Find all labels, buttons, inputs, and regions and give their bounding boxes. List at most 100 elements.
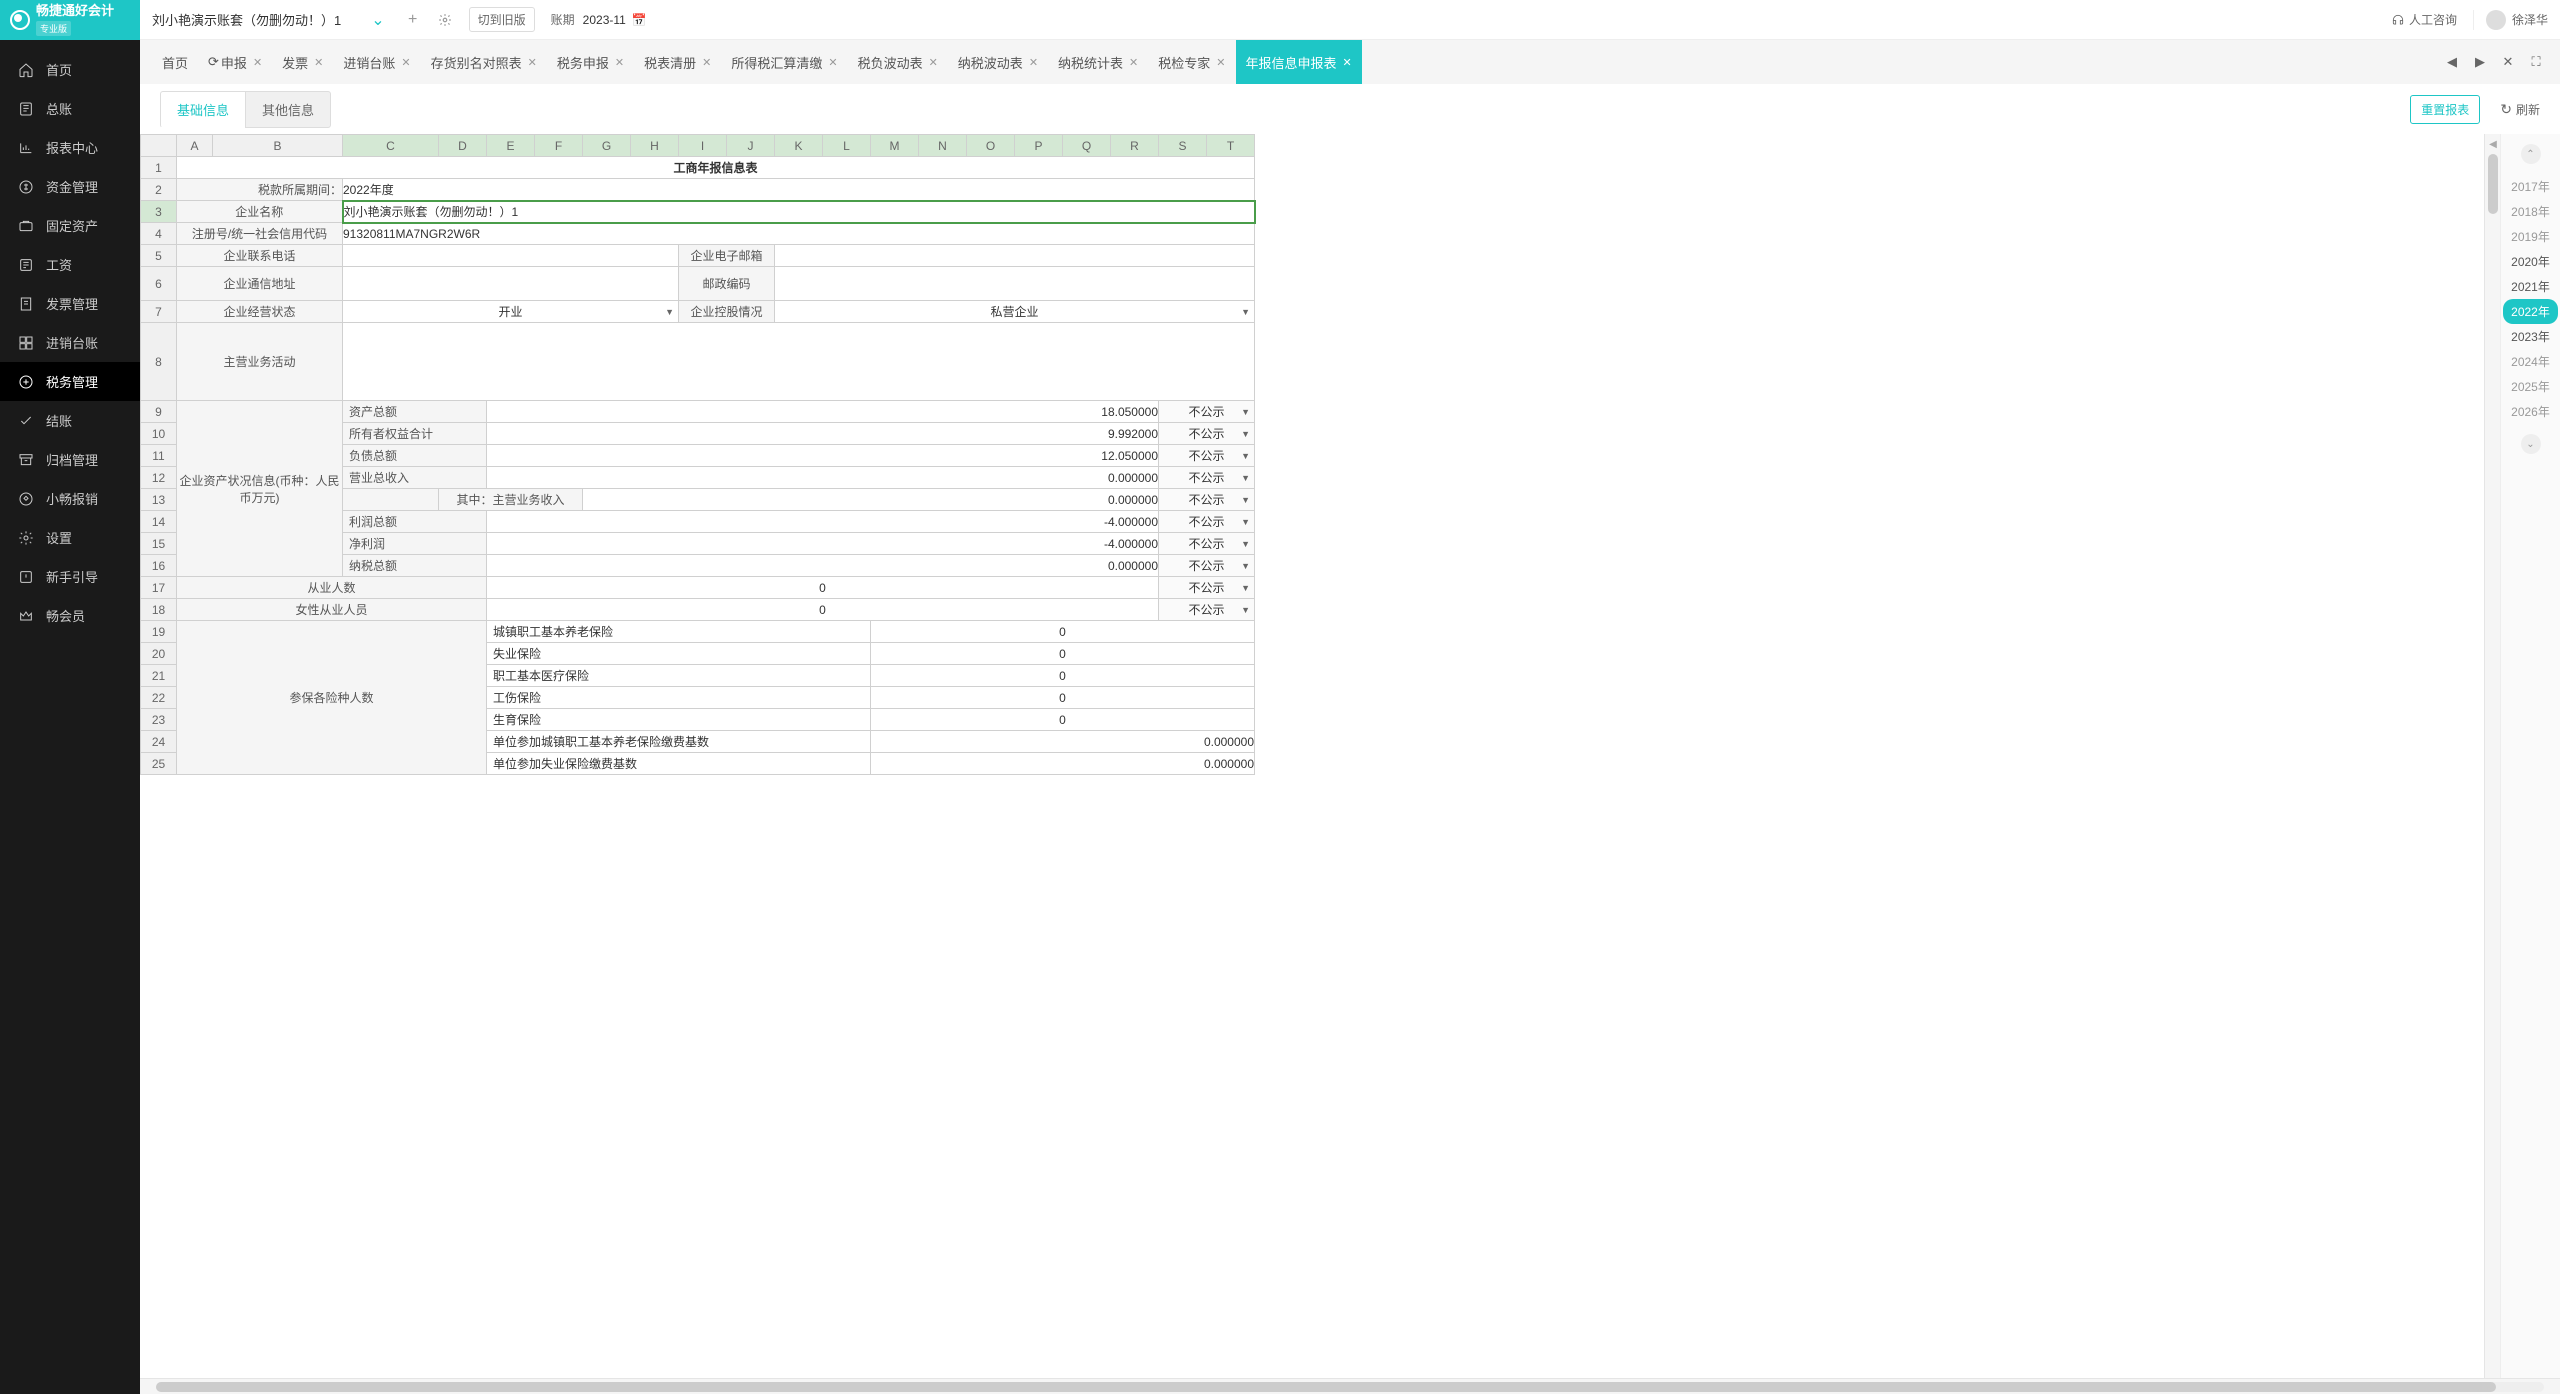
selected-cell[interactable]: 刘小艳演示账套（勿删勿动！）1 [343,201,1255,223]
refresh-button[interactable]: 刷新 [2500,101,2540,118]
col-header[interactable]: F [535,135,583,157]
value-cell[interactable]: 0 [871,709,1255,731]
row-header[interactable]: 18 [141,599,177,621]
row-header[interactable]: 15 [141,533,177,555]
disclosure-select[interactable]: 不公示▼ [1159,489,1255,511]
tab[interactable]: 纳税波动表✕ [948,40,1048,84]
row-header[interactable]: 11 [141,445,177,467]
close-icon[interactable]: ✕ [702,56,711,69]
tab[interactable]: 首页 [152,40,198,84]
col-header[interactable]: A [177,135,213,157]
row-header[interactable]: 7 [141,301,177,323]
row-header[interactable]: 24 [141,731,177,753]
value-cell[interactable] [343,267,679,301]
spreadsheet[interactable]: ABCDEFGHIJKLMNOPQRST1工商年报信息表2税款所属期间：2022… [140,134,2484,1378]
row-header[interactable]: 3 [141,201,177,223]
sidebar-item-report[interactable]: 报表中心 [0,128,140,167]
close-icon[interactable]: ✕ [828,56,837,69]
hscrollbar-thumb[interactable] [156,1382,2496,1392]
row-header[interactable]: 12 [141,467,177,489]
close-icon[interactable]: ✕ [253,56,262,69]
disclosure-select[interactable]: 不公示▼ [1159,599,1255,621]
disclosure-select[interactable]: 不公示▼ [1159,555,1255,577]
value-cell[interactable]: 0 [487,599,1159,621]
value-cell[interactable]: 12.050000 [487,445,1159,467]
tab[interactable]: 税检专家✕ [1148,40,1235,84]
row-header[interactable]: 1 [141,157,177,179]
disclosure-select[interactable]: 不公示▼ [1159,577,1255,599]
row-header[interactable]: 8 [141,323,177,401]
sidebar-item-archive[interactable]: 归档管理 [0,440,140,479]
col-header[interactable]: R [1111,135,1159,157]
col-header[interactable]: Q [1063,135,1111,157]
row-header[interactable]: 2 [141,179,177,201]
collapse-rail-icon[interactable]: ◀ [2485,136,2501,152]
row-header[interactable]: 23 [141,709,177,731]
col-header[interactable]: E [487,135,535,157]
value-cell[interactable]: 0.000000 [487,555,1159,577]
col-header[interactable]: C [343,135,439,157]
row-header[interactable]: 22 [141,687,177,709]
disclosure-select[interactable]: 不公示▼ [1159,511,1255,533]
tab[interactable]: 发票✕ [272,40,333,84]
tab[interactable]: 所得税汇算清缴✕ [721,40,847,84]
value-cell[interactable]: 18.050000 [487,401,1159,423]
tab[interactable]: 税务申报✕ [547,40,634,84]
value-cell[interactable]: 2022年度 [343,179,1255,201]
year-item[interactable]: 2022年 [2503,299,2558,324]
col-header[interactable]: G [583,135,631,157]
sidebar-item-invoice[interactable]: 发票管理 [0,284,140,323]
sidebar-item-funds[interactable]: 资金管理 [0,167,140,206]
col-header[interactable]: P [1015,135,1063,157]
tab[interactable]: 年报信息申报表✕ [1236,40,1362,84]
year-up-button[interactable]: ⌃ [2521,144,2541,164]
row-header[interactable]: 19 [141,621,177,643]
close-icon[interactable]: ✕ [1029,56,1038,69]
calendar-icon[interactable]: 📅 [632,13,647,27]
value-cell[interactable]: 0.000000 [583,489,1159,511]
year-down-button[interactable]: ⌄ [2521,434,2541,454]
value-cell[interactable]: 0 [871,621,1255,643]
subtab[interactable]: 其他信息 [245,91,331,128]
row-header[interactable]: 6 [141,267,177,301]
scrollbar-thumb[interactable] [2488,154,2498,214]
sidebar-item-vip[interactable]: 畅会员 [0,596,140,635]
sidebar-item-stock[interactable]: 进销台账 [0,323,140,362]
value-cell[interactable]: 91320811MA7NGR2W6R [343,223,1255,245]
disclosure-select[interactable]: 不公示▼ [1159,445,1255,467]
tabs-close-button[interactable]: ✕ [2496,50,2520,74]
close-icon[interactable]: ✕ [1129,56,1138,69]
sidebar-item-guide[interactable]: 新手引导 [0,557,140,596]
col-header[interactable]: D [439,135,487,157]
col-header[interactable]: L [823,135,871,157]
sidebar-item-tax[interactable]: 税务管理 [0,362,140,401]
value-cell[interactable]: -4.000000 [487,511,1159,533]
dropdown-cell[interactable]: 开业▼ [343,301,679,323]
row-header[interactable]: 9 [141,401,177,423]
col-header[interactable]: B [213,135,343,157]
year-item[interactable]: 2021年 [2503,274,2558,299]
subtab[interactable]: 基础信息 [160,91,245,128]
col-header[interactable]: M [871,135,919,157]
fullscreen-button[interactable]: ⛶ [2524,50,2548,74]
tabs-prev-button[interactable]: ◀ [2440,50,2464,74]
close-icon[interactable]: ✕ [615,56,624,69]
close-icon[interactable]: ✕ [929,56,938,69]
value-cell[interactable]: 0.000000 [487,467,1159,489]
value-cell[interactable] [775,267,1255,301]
close-icon[interactable]: ✕ [1216,56,1225,69]
value-cell[interactable]: 0.000000 [871,731,1255,753]
tab[interactable]: 税表清册✕ [634,40,721,84]
col-header[interactable]: K [775,135,823,157]
account-selector[interactable]: 刘小艳演示账套（勿删勿动！）1 ⌄ [152,10,385,30]
close-icon[interactable]: ✕ [401,56,410,69]
row-header[interactable]: 20 [141,643,177,665]
row-header[interactable]: 21 [141,665,177,687]
row-header[interactable]: 13 [141,489,177,511]
sidebar-item-asset[interactable]: 固定资产 [0,206,140,245]
account-settings-button[interactable] [435,10,455,30]
user-menu[interactable]: 徐泽华 [2473,10,2548,30]
row-header[interactable]: 14 [141,511,177,533]
value-cell[interactable]: 0.000000 [871,753,1255,775]
value-cell[interactable] [343,245,679,267]
